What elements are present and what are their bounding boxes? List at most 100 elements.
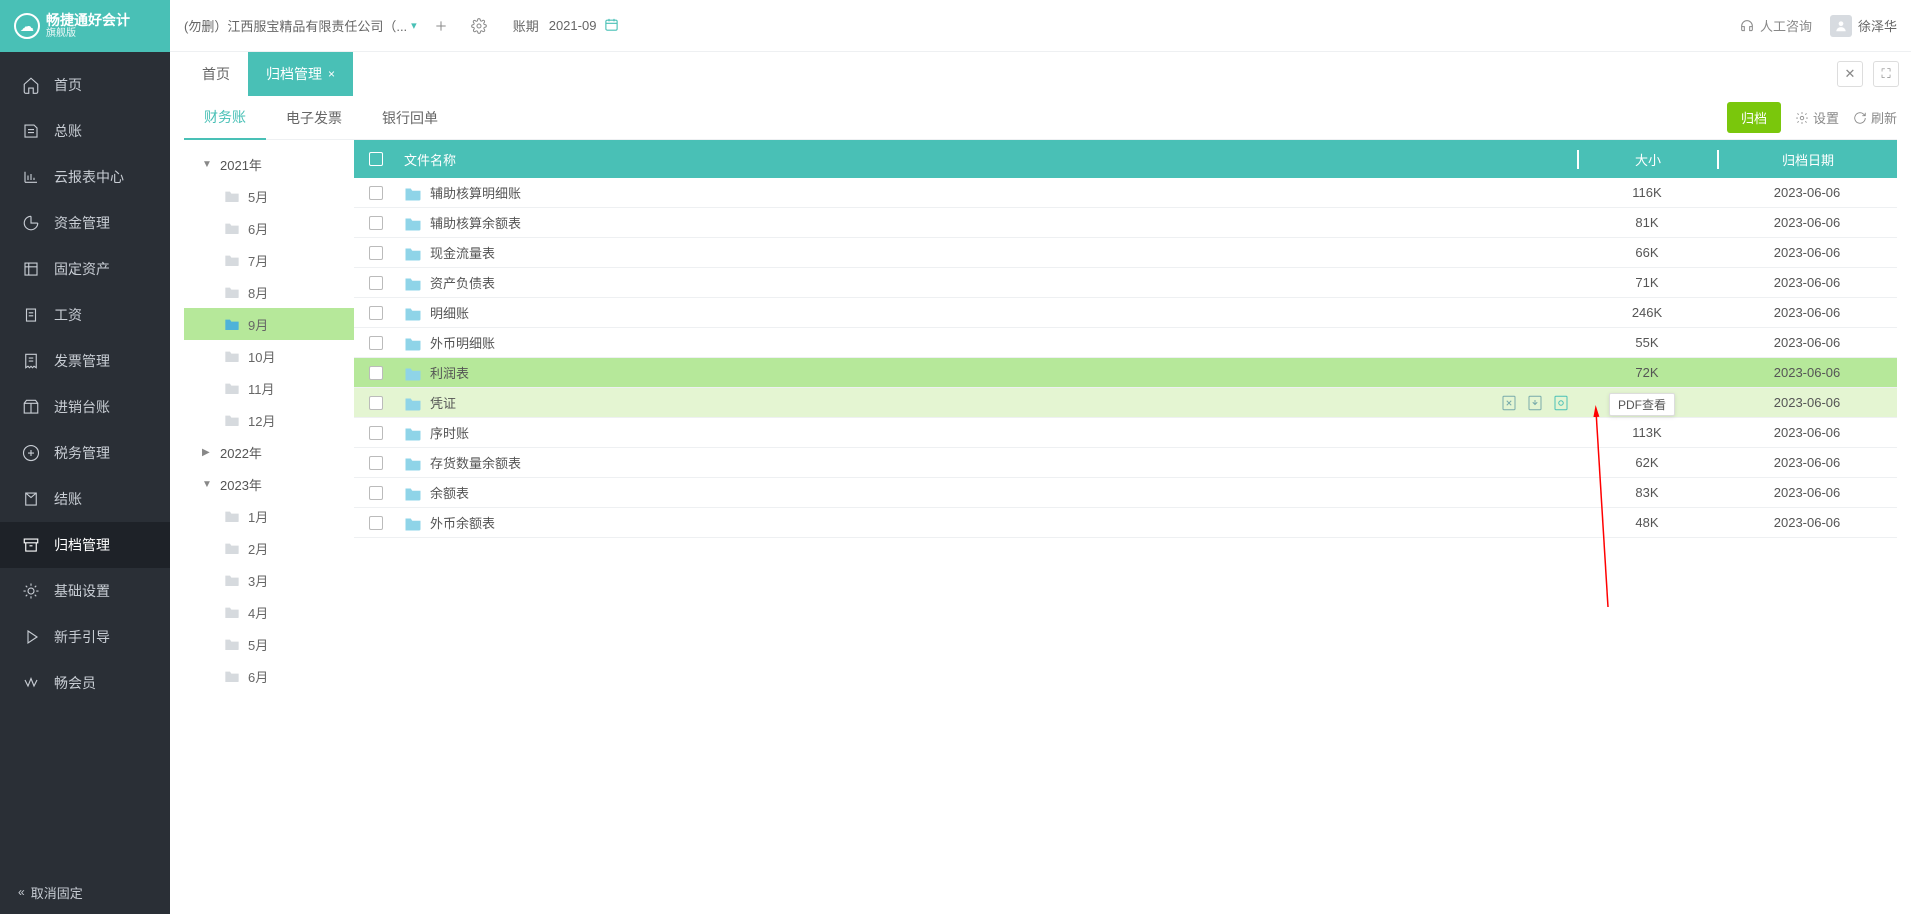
table-row[interactable]: 凭证 PDF查看 53K 2023-06-06 <box>354 388 1897 418</box>
sidebar-item-6[interactable]: 发票管理 <box>0 338 170 384</box>
sidebar-item-2[interactable]: 云报表中心 <box>0 154 170 200</box>
file-folder-icon <box>404 215 422 231</box>
avatar[interactable] <box>1830 15 1852 37</box>
table-row[interactable]: 现金流量表 66K 2023-06-06 <box>354 238 1897 268</box>
unpin-button[interactable]: « 取消固定 <box>0 870 170 914</box>
table-row[interactable]: 存货数量余额表 62K 2023-06-06 <box>354 448 1897 478</box>
tree-month-0-3[interactable]: 8月 <box>184 276 354 308</box>
row-checkbox[interactable] <box>354 306 398 320</box>
add-button[interactable] <box>427 12 455 40</box>
subtabs: 财务账电子发票银行回单 归档 设置 刷新 <box>184 96 1897 140</box>
sidebar-item-0[interactable]: 首页 <box>0 62 170 108</box>
select-all-checkbox[interactable] <box>354 152 398 166</box>
username[interactable]: 徐泽华 <box>1858 16 1897 35</box>
sidebar-item-10[interactable]: 归档管理 <box>0 522 170 568</box>
download-excel-icon[interactable] <box>1499 393 1519 413</box>
tree-month-0-7[interactable]: 12月 <box>184 404 354 436</box>
row-checkbox[interactable] <box>354 216 398 230</box>
subtab-2[interactable]: 银行回单 <box>362 96 458 140</box>
tree-month-2-4[interactable]: 5月 <box>184 628 354 660</box>
table-row[interactable]: 利润表 72K 2023-06-06 <box>354 358 1897 388</box>
row-checkbox[interactable] <box>354 246 398 260</box>
invoice-icon <box>22 352 40 370</box>
tree-year-0[interactable]: ▼2021年 <box>184 148 354 180</box>
subtab-1[interactable]: 电子发票 <box>266 96 362 140</box>
row-checkbox[interactable] <box>354 186 398 200</box>
file-name: 利润表 <box>430 363 469 382</box>
tree-month-2-2[interactable]: 3月 <box>184 564 354 596</box>
sidebar-item-8[interactable]: 税务管理 <box>0 430 170 476</box>
settings-link[interactable]: 设置 <box>1795 108 1839 127</box>
table-row[interactable]: 明细账 246K 2023-06-06 <box>354 298 1897 328</box>
row-checkbox[interactable] <box>354 426 398 440</box>
sidebar-item-9[interactable]: 结账 <box>0 476 170 522</box>
tree-month-0-0[interactable]: 5月 <box>184 180 354 212</box>
sidebar-item-11[interactable]: 基础设置 <box>0 568 170 614</box>
close-window-button[interactable]: ✕ <box>1837 61 1863 87</box>
page-tab-0[interactable]: 首页 <box>184 52 248 96</box>
refresh-link[interactable]: 刷新 <box>1853 108 1897 127</box>
vip-icon <box>22 674 40 692</box>
table-row[interactable]: 外币明细账 55K 2023-06-06 <box>354 328 1897 358</box>
row-checkbox[interactable] <box>354 366 398 380</box>
subtab-0[interactable]: 财务账 <box>184 96 266 140</box>
calendar-icon[interactable] <box>604 17 619 35</box>
fullscreen-button[interactable]: ⛶ <box>1873 61 1899 87</box>
topbar: (勿删）江西服宝精品有限责任公司（... ▾ 账期 2021-09 人工咨询 徐… <box>170 0 1911 52</box>
settings-icon <box>22 582 40 600</box>
download-pdf-icon[interactable] <box>1525 393 1545 413</box>
table-row[interactable]: 外币余额表 48K 2023-06-06 <box>354 508 1897 538</box>
consult-button[interactable]: 人工咨询 <box>1739 16 1812 35</box>
tree-month-2-1[interactable]: 2月 <box>184 532 354 564</box>
table-row[interactable]: 序时账 113K 2023-06-06 <box>354 418 1897 448</box>
asset-icon <box>22 260 40 278</box>
sidebar-item-label: 基础设置 <box>54 581 110 601</box>
file-table: 文件名称 大小 归档日期 辅助核算明细账 116K 2023-06-06 辅助核… <box>354 140 1897 900</box>
archive-button[interactable]: 归档 <box>1727 102 1781 133</box>
file-size: 55K <box>1577 335 1717 350</box>
sidebar-item-label: 进销台账 <box>54 397 110 417</box>
row-checkbox[interactable] <box>354 486 398 500</box>
tree-month-0-4[interactable]: 9月 <box>184 308 354 340</box>
tree-month-0-1[interactable]: 6月 <box>184 212 354 244</box>
row-checkbox[interactable] <box>354 396 398 410</box>
row-checkbox[interactable] <box>354 276 398 290</box>
tree-month-0-5[interactable]: 10月 <box>184 340 354 372</box>
tree-year-1[interactable]: ▶2022年 <box>184 436 354 468</box>
page-tabs: 首页归档管理× ✕ ⛶ <box>170 52 1911 96</box>
sidebar-item-12[interactable]: 新手引导 <box>0 614 170 660</box>
table-row[interactable]: 资产负债表 71K 2023-06-06 <box>354 268 1897 298</box>
table-row[interactable]: 辅助核算明细账 116K 2023-06-06 <box>354 178 1897 208</box>
sidebar-item-label: 发票管理 <box>54 351 110 371</box>
row-checkbox[interactable] <box>354 336 398 350</box>
page-tab-1[interactable]: 归档管理× <box>248 52 353 96</box>
tree-month-0-2[interactable]: 7月 <box>184 244 354 276</box>
table-row[interactable]: 辅助核算余额表 81K 2023-06-06 <box>354 208 1897 238</box>
triangle-down-icon: ▼ <box>202 159 214 170</box>
tree-month-0-6[interactable]: 11月 <box>184 372 354 404</box>
sidebar-item-3[interactable]: 资金管理 <box>0 200 170 246</box>
folder-icon <box>224 573 240 587</box>
tree-year-2[interactable]: ▼2023年 <box>184 468 354 500</box>
sidebar-item-5[interactable]: 工资 <box>0 292 170 338</box>
config-button[interactable] <box>465 12 493 40</box>
tree-month-label: 7月 <box>248 251 268 270</box>
tree-month-2-0[interactable]: 1月 <box>184 500 354 532</box>
tree-month-2-3[interactable]: 4月 <box>184 596 354 628</box>
tree-month-label: 2月 <box>248 539 268 558</box>
file-size: 116K <box>1577 185 1717 200</box>
row-checkbox[interactable] <box>354 456 398 470</box>
close-icon[interactable]: × <box>328 67 335 81</box>
tree-month-2-5[interactable]: 6月 <box>184 660 354 692</box>
period-value[interactable]: 2021-09 <box>549 18 597 33</box>
sidebar-item-1[interactable]: 总账 <box>0 108 170 154</box>
row-checkbox[interactable] <box>354 516 398 530</box>
view-pdf-icon[interactable] <box>1551 393 1571 413</box>
table-row[interactable]: 余额表 83K 2023-06-06 <box>354 478 1897 508</box>
sidebar-item-label: 畅会员 <box>54 673 96 693</box>
sidebar-item-13[interactable]: 畅会员 <box>0 660 170 706</box>
sidebar-item-4[interactable]: 固定资产 <box>0 246 170 292</box>
sidebar-item-7[interactable]: 进销台账 <box>0 384 170 430</box>
tree-month-label: 4月 <box>248 603 268 622</box>
company-selector[interactable]: (勿删）江西服宝精品有限责任公司（... ▾ <box>184 16 417 35</box>
